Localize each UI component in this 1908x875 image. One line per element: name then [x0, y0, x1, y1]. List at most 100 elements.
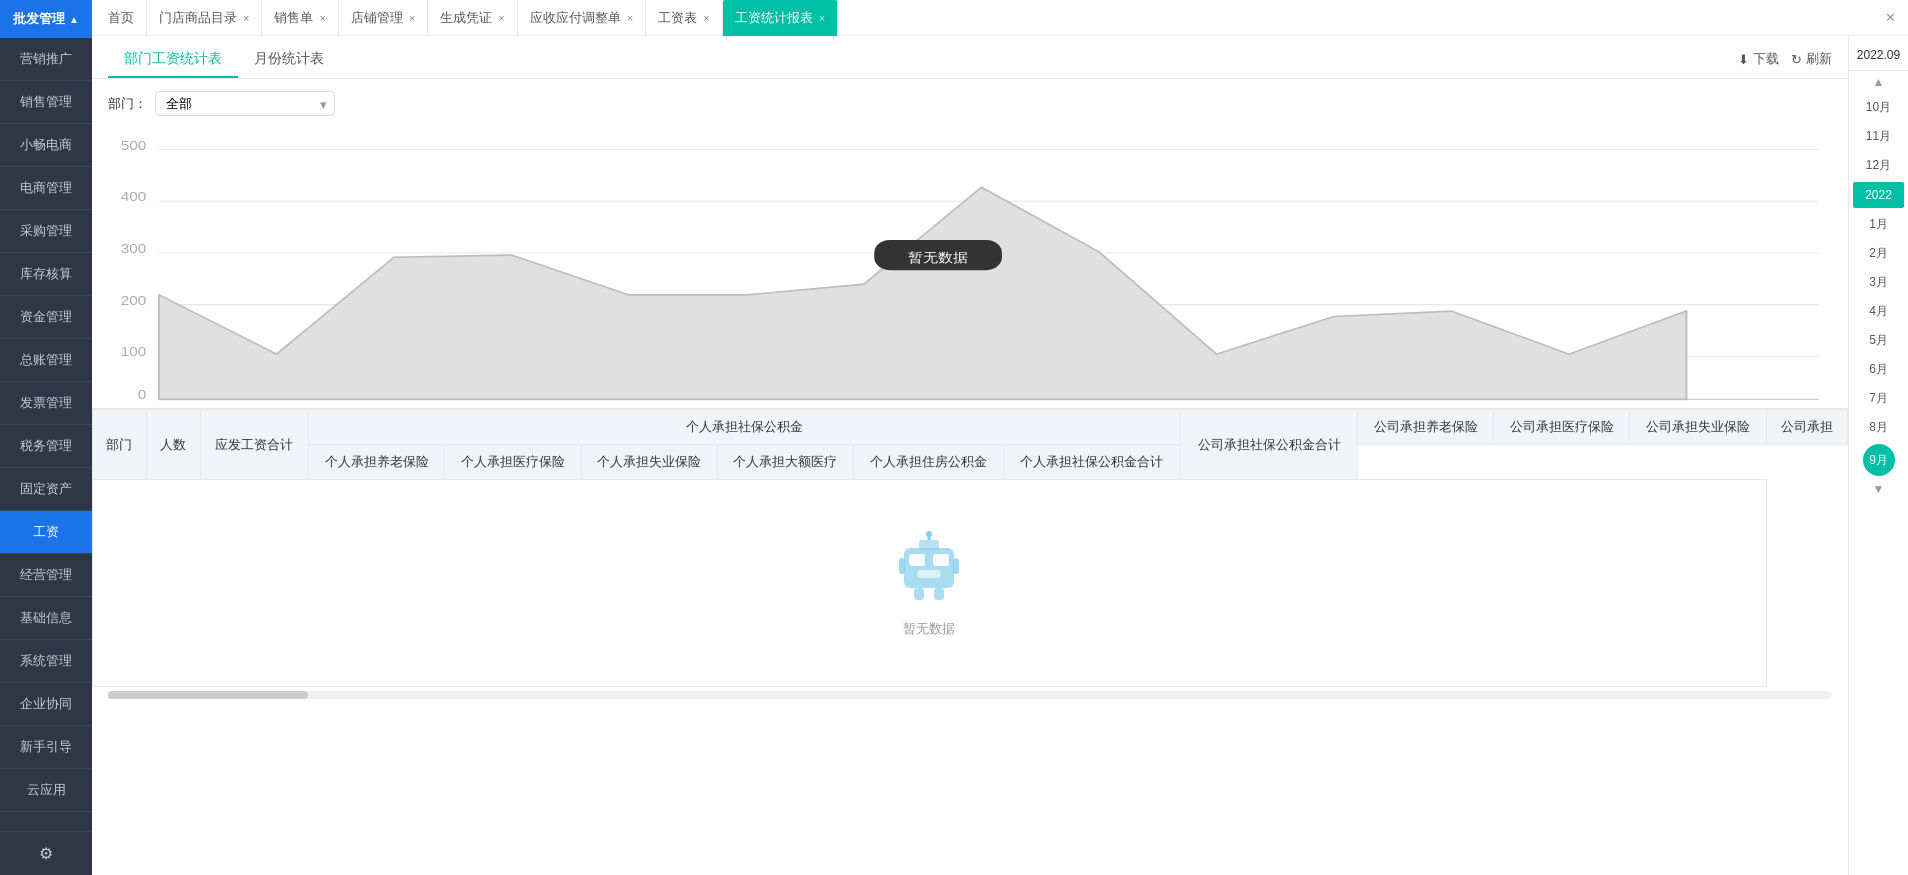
download-button[interactable]: ⬇ 下载: [1738, 50, 1779, 68]
year-2022-badge[interactable]: 2022: [1853, 182, 1904, 208]
top-tab-close-sales-order[interactable]: ×: [319, 12, 325, 24]
chart-area: 500 400 300 200 100 0: [92, 128, 1848, 408]
date-item-10[interactable]: 10月: [1849, 93, 1908, 122]
svg-rect-20: [914, 588, 924, 600]
sidebar-item-tax[interactable]: 税务管理: [0, 425, 92, 468]
col-personal-medical: 个人承担医疗保险: [445, 445, 581, 480]
sidebar-item-ledger[interactable]: 总账管理: [0, 339, 92, 382]
top-tab-home[interactable]: 首页: [96, 0, 147, 36]
top-tab-label-production-voucher: 生成凭证: [440, 9, 492, 27]
date-item-4[interactable]: 4月: [1849, 297, 1908, 326]
date-item-2[interactable]: 2月: [1849, 239, 1908, 268]
sub-tab-actions: ⬇ 下载 ↻ 刷新: [1738, 50, 1832, 68]
sidebar-item-invoice[interactable]: 发票管理: [0, 382, 92, 425]
date-item-7[interactable]: 7月: [1849, 384, 1908, 413]
date-panel-header: 2022.09: [1849, 40, 1908, 71]
col-company-other: 公司承担: [1766, 410, 1847, 445]
sidebar-item-sales[interactable]: 销售管理: [0, 81, 92, 124]
sub-tabs: 部门工资统计表月份统计表 ⬇ 下载 ↻ 刷新: [92, 36, 1848, 79]
main-area: 首页门店商品目录×销售单×店铺管理×生成凭证×应收应付调整单×工资表×工资统计报…: [92, 0, 1908, 875]
date-item-5[interactable]: 5月: [1849, 326, 1908, 355]
date-item-1[interactable]: 1月: [1849, 210, 1908, 239]
top-tab-production-voucher[interactable]: 生成凭证 ×: [428, 0, 517, 36]
sidebar-item-purchase[interactable]: 采购管理: [0, 210, 92, 253]
date-panel-up-button[interactable]: ▲: [1869, 71, 1889, 93]
svg-text:暂无数据: 暂无数据: [908, 250, 969, 265]
top-tab-close-salary-table[interactable]: ×: [703, 12, 709, 24]
chart-tooltip: 暂无数据: [874, 240, 1002, 270]
date-item-11[interactable]: 11月: [1849, 122, 1908, 151]
sidebar-item-salary[interactable]: 工资: [0, 511, 92, 554]
date-panel-down-button[interactable]: ▼: [1869, 478, 1889, 500]
date-item-6[interactable]: 6月: [1849, 355, 1908, 384]
svg-text:400: 400: [121, 189, 147, 204]
top-tab-close-production-voucher[interactable]: ×: [498, 12, 504, 24]
top-tab-salary-table[interactable]: 工资表 ×: [646, 0, 722, 36]
top-tab-sales-order[interactable]: 销售单×: [262, 0, 338, 36]
settings-icon[interactable]: ⚙: [0, 832, 92, 875]
empty-icon: [889, 528, 969, 608]
top-tab-label-store-catalog: 门店商品目录: [159, 9, 237, 27]
refresh-icon: ↻: [1791, 51, 1802, 66]
top-tab-label-store-management: 店铺管理: [351, 9, 403, 27]
sidebar-header[interactable]: 批发管理 ▲: [0, 0, 92, 38]
page-content: 部门工资统计表月份统计表 ⬇ 下载 ↻ 刷新 部门： 全: [92, 36, 1848, 875]
refresh-button[interactable]: ↻ 刷新: [1791, 50, 1832, 68]
col-personal-pension: 个人承担养老保险: [309, 445, 445, 480]
sidebar-item-enterprise[interactable]: 企业协同: [0, 683, 92, 726]
top-tabs-bar: 首页门店商品目录×销售单×店铺管理×生成凭证×应收应付调整单×工资表×工资统计报…: [92, 0, 1908, 36]
svg-text:500: 500: [121, 138, 147, 153]
sidebar-item-operations[interactable]: 经营管理: [0, 554, 92, 597]
col-personal-major-medical: 个人承担大额医疗: [717, 445, 853, 480]
top-tab-close-salary-report[interactable]: ×: [819, 12, 825, 24]
date-item-9-active[interactable]: 9月: [1863, 444, 1895, 476]
top-tab-close-store-catalog[interactable]: ×: [243, 12, 249, 24]
sidebar-item-basic[interactable]: 基础信息: [0, 597, 92, 640]
svg-rect-18: [899, 558, 905, 574]
date-item-3[interactable]: 3月: [1849, 268, 1908, 297]
top-tab-label-home: 首页: [108, 9, 134, 27]
window-close-btn[interactable]: ✕: [1877, 6, 1904, 29]
date-item-8[interactable]: 8月: [1849, 413, 1908, 442]
col-company-unemployment: 公司承担失业保险: [1630, 410, 1766, 445]
svg-rect-17: [917, 570, 941, 578]
dept-filter-select[interactable]: 全部 销售部 财务部 技术部 行政部: [155, 91, 335, 116]
sidebar-title: 批发管理: [13, 10, 65, 28]
scrollbar-area[interactable]: [92, 687, 1848, 703]
top-tab-store-catalog[interactable]: 门店商品目录 ×: [147, 0, 262, 36]
sub-tab-dept-stats[interactable]: 部门工资统计表: [108, 44, 238, 78]
sidebar-item-system[interactable]: 系统管理: [0, 640, 92, 683]
top-tab-store-management[interactable]: 店铺管理 ×: [339, 0, 428, 36]
sidebar-item-guide[interactable]: 新手引导: [0, 726, 92, 769]
sidebar-item-ecommerce[interactable]: 电商管理: [0, 167, 92, 210]
sidebar-item-marketing[interactable]: 营销推广: [0, 38, 92, 81]
date-item-12[interactable]: 12月: [1849, 151, 1908, 180]
svg-text:200: 200: [121, 293, 147, 308]
svg-rect-21: [934, 588, 944, 600]
top-tab-label-salary-table: 工资表: [658, 9, 697, 27]
dept-filter-wrapper: 全部 销售部 财务部 技术部 行政部: [155, 91, 335, 116]
chart-area-fill: [159, 187, 1686, 399]
top-tab-salary-report[interactable]: 工资统计报表×: [723, 0, 838, 36]
table-wrapper[interactable]: 部门 人数 应发工资合计 个人承担社保公积金 公司承担社保公积金合计 公司承担养…: [92, 408, 1848, 875]
sidebar-item-finance[interactable]: 资金管理: [0, 296, 92, 339]
top-tab-close-store-management[interactable]: ×: [409, 12, 415, 24]
horizontal-scrollbar-thumb[interactable]: [108, 691, 308, 699]
sidebar-item-assets[interactable]: 固定资产: [0, 468, 92, 511]
top-tab-close-receivables[interactable]: ×: [627, 12, 633, 24]
dept-filter-label: 部门：: [108, 95, 147, 113]
download-icon: ⬇: [1738, 51, 1749, 66]
empty-row: 暂无数据: [93, 480, 1767, 687]
svg-rect-14: [904, 548, 954, 588]
top-tab-receivables[interactable]: 应收应付调整单×: [518, 0, 646, 36]
sidebar-item-inventory[interactable]: 库存核算: [0, 253, 92, 296]
horizontal-scrollbar-track[interactable]: [108, 691, 1832, 699]
sidebar-item-ecommerce-small[interactable]: 小畅电商: [0, 124, 92, 167]
svg-text:0: 0: [138, 388, 147, 403]
sidebar-item-cloud[interactable]: 云应用: [0, 769, 92, 812]
sidebar-bottom: ⚙: [0, 831, 92, 875]
col-personal-housing: 个人承担住房公积金: [853, 445, 1003, 480]
col-personal-unemployment: 个人承担失业保险: [581, 445, 717, 480]
sub-tab-month-stats[interactable]: 月份统计表: [238, 44, 340, 78]
svg-rect-22: [919, 540, 939, 550]
